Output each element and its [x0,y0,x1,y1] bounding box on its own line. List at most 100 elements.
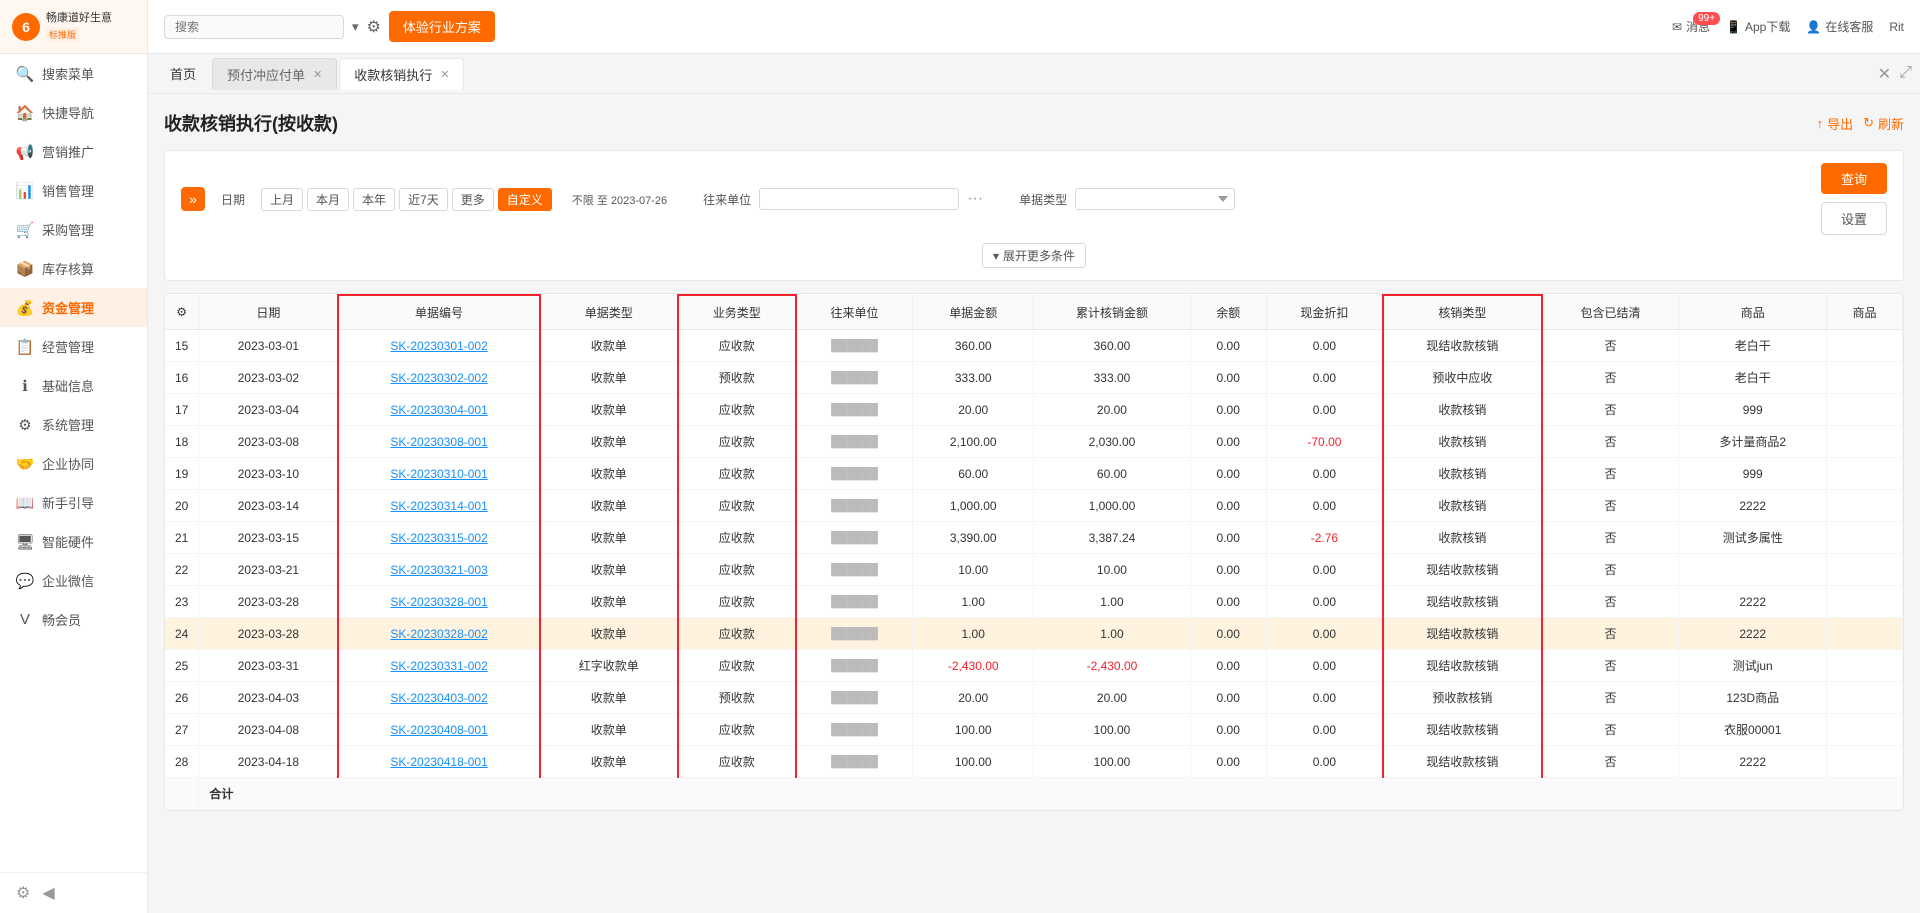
tab-home[interactable]: 首页 [156,58,210,89]
td-offset-type: 收款核销 [1383,426,1541,458]
sidebar-item-sales[interactable]: 📊销售管理 [0,171,147,210]
td-voucher-no[interactable]: SK-20230408-001 [338,714,539,746]
sidebar-item-wecom[interactable]: 💬企业微信 [0,561,147,600]
td-balance: 0.00 [1190,746,1266,778]
td-product2 [1827,682,1903,714]
corp-icon: 🤝 [16,455,34,473]
td-cash-discount: 0.00 [1266,586,1383,618]
td-amount: -2,430.00 [913,650,1034,682]
td-total-offset: 333.00 [1034,362,1191,394]
messages-badge: 99+ [1693,12,1720,25]
td-product1: 999 [1679,394,1827,426]
td-voucher-no[interactable]: SK-20230302-002 [338,362,539,394]
partner-input[interactable] [759,188,959,210]
th-voucher-type: 单据类型 [540,295,678,330]
sidebar-item-marketing[interactable]: 📢营销推广 [0,132,147,171]
date-this-year[interactable]: 本年 [353,188,395,211]
messages-btn[interactable]: ✉ 消息 99+ [1672,18,1710,35]
logo-icon: 6 [12,13,40,41]
td-no: 25 [165,650,199,682]
td-partner: ██████ [796,330,913,362]
date-range-text: 不限 至 2023-07-26 [572,192,667,208]
sidebar-label-purchase: 采购管理 [42,220,94,239]
sidebar-item-base[interactable]: ℹ基础信息 [0,366,147,405]
date-this-month[interactable]: 本月 [307,188,349,211]
td-voucher-no[interactable]: SK-20230321-003 [338,554,539,586]
online-service-btn[interactable]: 👤 在线客服 [1806,18,1873,35]
sidebar-item-funds[interactable]: 💰资金管理 [0,288,147,327]
sidebar-item-operations[interactable]: 📋经营管理 [0,327,147,366]
tab-prepay[interactable]: 预付冲应付单✕ [212,58,337,90]
refresh-button[interactable]: ↻ 刷新 [1863,114,1904,133]
td-voucher-no[interactable]: SK-20230301-002 [338,330,539,362]
partner-filter: 往来单位 ··· [703,188,983,210]
filter-area: » 日期 上月 本月 本年 近7天 更多 自定义 不限 至 2023-07-26… [164,150,1904,281]
sidebar-collapse-icon[interactable]: ◀ [42,883,54,903]
td-voucher-no[interactable]: SK-20230331-002 [338,650,539,682]
maximize-tab-icon[interactable]: ⤢ [1899,64,1912,84]
table-header-row: ⚙ 日期 单据编号 单据类型 业务类型 往来单位 单据金额 累计核销金额 余额 … [165,295,1903,330]
sidebar-item-purchase[interactable]: 🛒采购管理 [0,210,147,249]
td-voucher-no[interactable]: SK-20230314-001 [338,490,539,522]
filter-toggle[interactable]: » [181,187,205,211]
td-voucher-type: 收款单 [540,618,678,650]
td-voucher-no[interactable]: SK-20230304-001 [338,394,539,426]
query-button[interactable]: 查询 [1821,163,1887,194]
td-voucher-type: 收款单 [540,554,678,586]
td-voucher-no[interactable]: SK-20230308-001 [338,426,539,458]
td-voucher-no[interactable]: SK-20230328-001 [338,586,539,618]
tab-collection[interactable]: 收款核销执行✕ [339,58,464,90]
th-settings[interactable]: ⚙ [165,295,199,330]
header-dropdown[interactable]: ▾ [352,19,359,35]
td-biz-type: 应收款 [678,394,796,426]
sidebar-item-corp[interactable]: 🤝企业协同 [0,444,147,483]
tab-close-prepay[interactable]: ✕ [313,68,322,81]
sidebar-item-search[interactable]: 🔍搜索菜单 [0,54,147,93]
expand-conditions-button[interactable]: ▾ 展开更多条件 [982,243,1086,268]
td-voucher-no[interactable]: SK-20230418-001 [338,746,539,778]
page-content: 收款核销执行(按收款) ↑ 导出 ↻ 刷新 » 日期 上月 本月 [148,94,1920,913]
td-voucher-no[interactable]: SK-20230310-001 [338,458,539,490]
tab-close-collection[interactable]: ✕ [440,68,449,81]
export-button[interactable]: ↑ 导出 [1817,114,1854,133]
date-more[interactable]: 更多 [452,188,494,211]
td-include-settled: 否 [1542,554,1679,586]
table-row: 17 2023-03-04 SK-20230304-001 收款单 应收款 ██… [165,394,1903,426]
th-amount: 单据金额 [913,295,1034,330]
sidebar-item-inventory[interactable]: 📦库存核算 [0,249,147,288]
sidebar-item-system[interactable]: ⚙系统管理 [0,405,147,444]
td-include-settled: 否 [1542,490,1679,522]
td-partner: ██████ [796,618,913,650]
td-voucher-no[interactable]: SK-20230328-002 [338,618,539,650]
solution-button[interactable]: 体验行业方案 [389,11,495,42]
date-7days[interactable]: 近7天 [399,188,448,211]
voucher-type-select[interactable] [1075,188,1235,210]
td-voucher-no[interactable]: SK-20230403-002 [338,682,539,714]
td-include-settled: 否 [1542,682,1679,714]
settings-button[interactable]: 设置 [1821,202,1887,235]
sidebar-item-member[interactable]: V畅会员 [0,600,147,639]
td-offset-type: 现结收款核销 [1383,650,1541,682]
sidebar-item-hardware[interactable]: 🖥智能硬件 [0,522,147,561]
date-custom[interactable]: 自定义 [498,188,552,211]
header-search-input[interactable] [164,15,344,39]
close-tab-icon[interactable]: ✕ [1878,64,1891,84]
sidebar: 6 畅康道好生意 标推版 🔍搜索菜单🏠快捷导航📢营销推广📊销售管理🛒采购管理📦库… [0,0,148,913]
sidebar-label-marketing: 营销推广 [42,142,94,161]
td-include-settled: 否 [1542,650,1679,682]
td-total-offset: 1.00 [1034,618,1191,650]
td-voucher-type: 收款单 [540,330,678,362]
td-voucher-no[interactable]: SK-20230315-002 [338,522,539,554]
user-name[interactable]: Rit [1889,20,1904,34]
tab-label-home: 首页 [170,64,196,83]
app-download-btn[interactable]: 📱 App下载 [1726,18,1790,35]
sidebar-item-guide[interactable]: 📖新手引导 [0,483,147,522]
sidebar-settings-icon[interactable]: ⚙ [16,883,30,903]
td-amount: 360.00 [913,330,1034,362]
header-gear-icon[interactable]: ⚙ [367,17,381,37]
filter-dots[interactable]: ··· [967,190,983,208]
date-prev-month[interactable]: 上月 [261,188,303,211]
th-product2: 商品 [1827,295,1903,330]
td-voucher-type: 收款单 [540,586,678,618]
sidebar-item-nav[interactable]: 🏠快捷导航 [0,93,147,132]
